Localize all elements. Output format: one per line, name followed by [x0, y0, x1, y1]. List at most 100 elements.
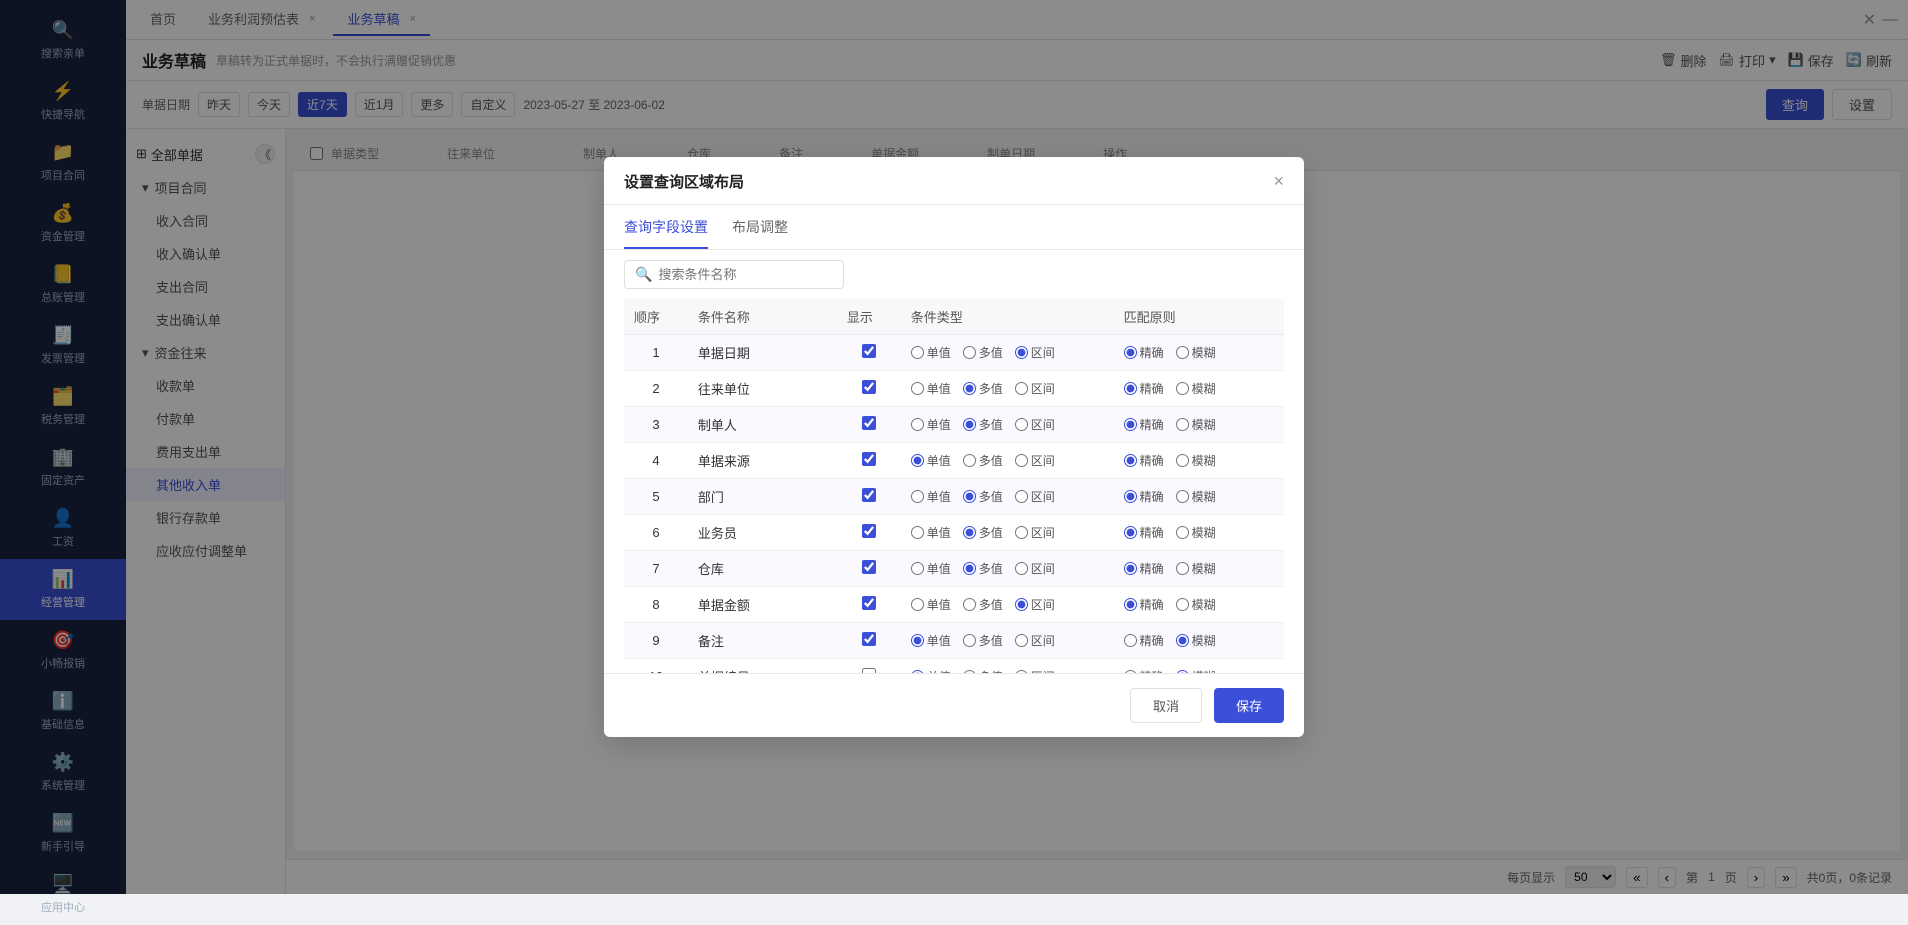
row-condition-type: 单值多值区间	[901, 623, 1114, 659]
match-rule-模糊[interactable]: 模糊	[1176, 452, 1216, 469]
row-name: 单据金额	[688, 587, 837, 623]
match-rule-模糊[interactable]: 模糊	[1176, 632, 1216, 649]
condition-type-区间[interactable]: 区间	[1015, 452, 1055, 469]
row-order: 5	[624, 479, 688, 515]
save-button[interactable]: 保存	[1214, 688, 1284, 723]
condition-type-区间[interactable]: 区间	[1015, 416, 1055, 433]
match-rule-模糊[interactable]: 模糊	[1176, 560, 1216, 577]
condition-type-区间[interactable]: 区间	[1015, 344, 1055, 361]
row-order: 1	[624, 335, 688, 371]
condition-type-区间[interactable]: 区间	[1015, 632, 1055, 649]
match-rule-精确[interactable]: 精确	[1124, 560, 1164, 577]
match-rule-模糊[interactable]: 模糊	[1176, 596, 1216, 613]
dialog-close-btn[interactable]: ×	[1273, 171, 1284, 192]
match-rule-精确[interactable]: 精确	[1124, 524, 1164, 541]
condition-type-单值[interactable]: 单值	[911, 632, 951, 649]
display-checkbox[interactable]	[862, 524, 876, 538]
condition-type-区间[interactable]: 区间	[1015, 380, 1055, 397]
condition-type-区间[interactable]: 区间	[1015, 488, 1055, 505]
row-match-rule: 精确模糊	[1114, 443, 1284, 479]
dialog-table-row: 7仓库单值多值区间精确模糊	[624, 551, 1284, 587]
row-order: 7	[624, 551, 688, 587]
row-match-rule: 精确模糊	[1114, 551, 1284, 587]
dialog-search-input-wrap: 🔍	[624, 260, 844, 289]
match-rule-精确[interactable]: 精确	[1124, 452, 1164, 469]
condition-type-多值[interactable]: 多值	[963, 380, 1003, 397]
row-display	[837, 515, 901, 551]
display-checkbox[interactable]	[862, 596, 876, 610]
display-checkbox[interactable]	[862, 380, 876, 394]
row-order: 4	[624, 443, 688, 479]
display-checkbox[interactable]	[862, 344, 876, 358]
row-order: 2	[624, 371, 688, 407]
row-display	[837, 407, 901, 443]
condition-type-多值[interactable]: 多值	[963, 344, 1003, 361]
dialog-tab-layout[interactable]: 布局调整	[732, 205, 788, 249]
match-rule-精确[interactable]: 精确	[1124, 632, 1164, 649]
row-display	[837, 623, 901, 659]
display-checkbox[interactable]	[862, 560, 876, 574]
match-rule-模糊[interactable]: 模糊	[1176, 524, 1216, 541]
match-rule-精确[interactable]: 精确	[1124, 416, 1164, 433]
condition-type-单值[interactable]: 单值	[911, 380, 951, 397]
settings-dialog: 设置查询区域布局 × 查询字段设置 布局调整 🔍	[604, 157, 1304, 737]
condition-type-单值[interactable]: 单值	[911, 560, 951, 577]
dialog-tab-fields[interactable]: 查询字段设置	[624, 205, 708, 249]
condition-type-多值[interactable]: 多值	[963, 416, 1003, 433]
row-order: 6	[624, 515, 688, 551]
match-rule-精确[interactable]: 精确	[1124, 596, 1164, 613]
display-checkbox[interactable]	[862, 632, 876, 646]
dialog-search-input[interactable]	[658, 267, 833, 282]
condition-type-单值[interactable]: 单值	[911, 488, 951, 505]
condition-type-单值[interactable]: 单值	[911, 596, 951, 613]
dialog-table-row: 6业务员单值多值区间精确模糊	[624, 515, 1284, 551]
row-display	[837, 587, 901, 623]
row-match-rule: 精确模糊	[1114, 479, 1284, 515]
cancel-button[interactable]: 取消	[1130, 688, 1202, 723]
col-match: 匹配原则	[1114, 299, 1284, 335]
match-rule-精确[interactable]: 精确	[1124, 488, 1164, 505]
condition-type-多值[interactable]: 多值	[963, 452, 1003, 469]
condition-type-多值[interactable]: 多值	[963, 560, 1003, 577]
condition-type-区间[interactable]: 区间	[1015, 524, 1055, 541]
condition-type-单值[interactable]: 单值	[911, 344, 951, 361]
row-name: 备注	[688, 623, 837, 659]
match-rule-精确[interactable]: 精确	[1124, 344, 1164, 361]
row-match-rule: 精确模糊	[1114, 587, 1284, 623]
condition-type-单值[interactable]: 单值	[911, 416, 951, 433]
match-rule-精确[interactable]: 精确	[1124, 380, 1164, 397]
match-rule-模糊[interactable]: 模糊	[1176, 416, 1216, 433]
condition-type-区间[interactable]: 区间	[1015, 596, 1055, 613]
condition-type-多值[interactable]: 多值	[963, 632, 1003, 649]
row-name: 部门	[688, 479, 837, 515]
display-checkbox[interactable]	[862, 416, 876, 430]
condition-type-多值[interactable]: 多值	[963, 524, 1003, 541]
row-match-rule: 精确模糊	[1114, 407, 1284, 443]
dialog-header: 设置查询区域布局 ×	[604, 157, 1304, 205]
dialog-table-row: 3制单人单值多值区间精确模糊	[624, 407, 1284, 443]
row-match-rule: 精确模糊	[1114, 371, 1284, 407]
match-rule-模糊[interactable]: 模糊	[1176, 380, 1216, 397]
condition-type-多值[interactable]: 多值	[963, 596, 1003, 613]
condition-type-单值[interactable]: 单值	[911, 524, 951, 541]
match-rule-模糊[interactable]: 模糊	[1176, 344, 1216, 361]
dialog-table-row: 10单据编号单值多值区间精确模糊	[624, 659, 1284, 674]
row-match-rule: 精确模糊	[1114, 659, 1284, 674]
dialog-table-row: 8单据金额 单值多值区间 精确模糊	[624, 587, 1284, 623]
dialog-search-area: 🔍	[604, 250, 1304, 299]
dialog-table-row: 2往来单位单值多值区间精确模糊	[624, 371, 1284, 407]
display-checkbox[interactable]	[862, 488, 876, 502]
dialog-table: 顺序 条件名称 显示 条件类型 匹配原则 1单据日期单值多值区间精确模糊2往来单…	[624, 299, 1284, 673]
row-order: 10	[624, 659, 688, 674]
match-rule-模糊[interactable]: 模糊	[1176, 488, 1216, 505]
col-condition: 条件类型	[901, 299, 1114, 335]
row-display	[837, 371, 901, 407]
row-name: 单据来源	[688, 443, 837, 479]
condition-type-区间[interactable]: 区间	[1015, 560, 1055, 577]
display-checkbox[interactable]	[862, 452, 876, 466]
dialog-table-row: 5部门 单值多值区间 精确模糊	[624, 479, 1284, 515]
row-order: 8	[624, 587, 688, 623]
dialog-footer: 取消 保存	[604, 673, 1304, 737]
condition-type-单值[interactable]: 单值	[911, 452, 951, 469]
condition-type-多值[interactable]: 多值	[963, 488, 1003, 505]
